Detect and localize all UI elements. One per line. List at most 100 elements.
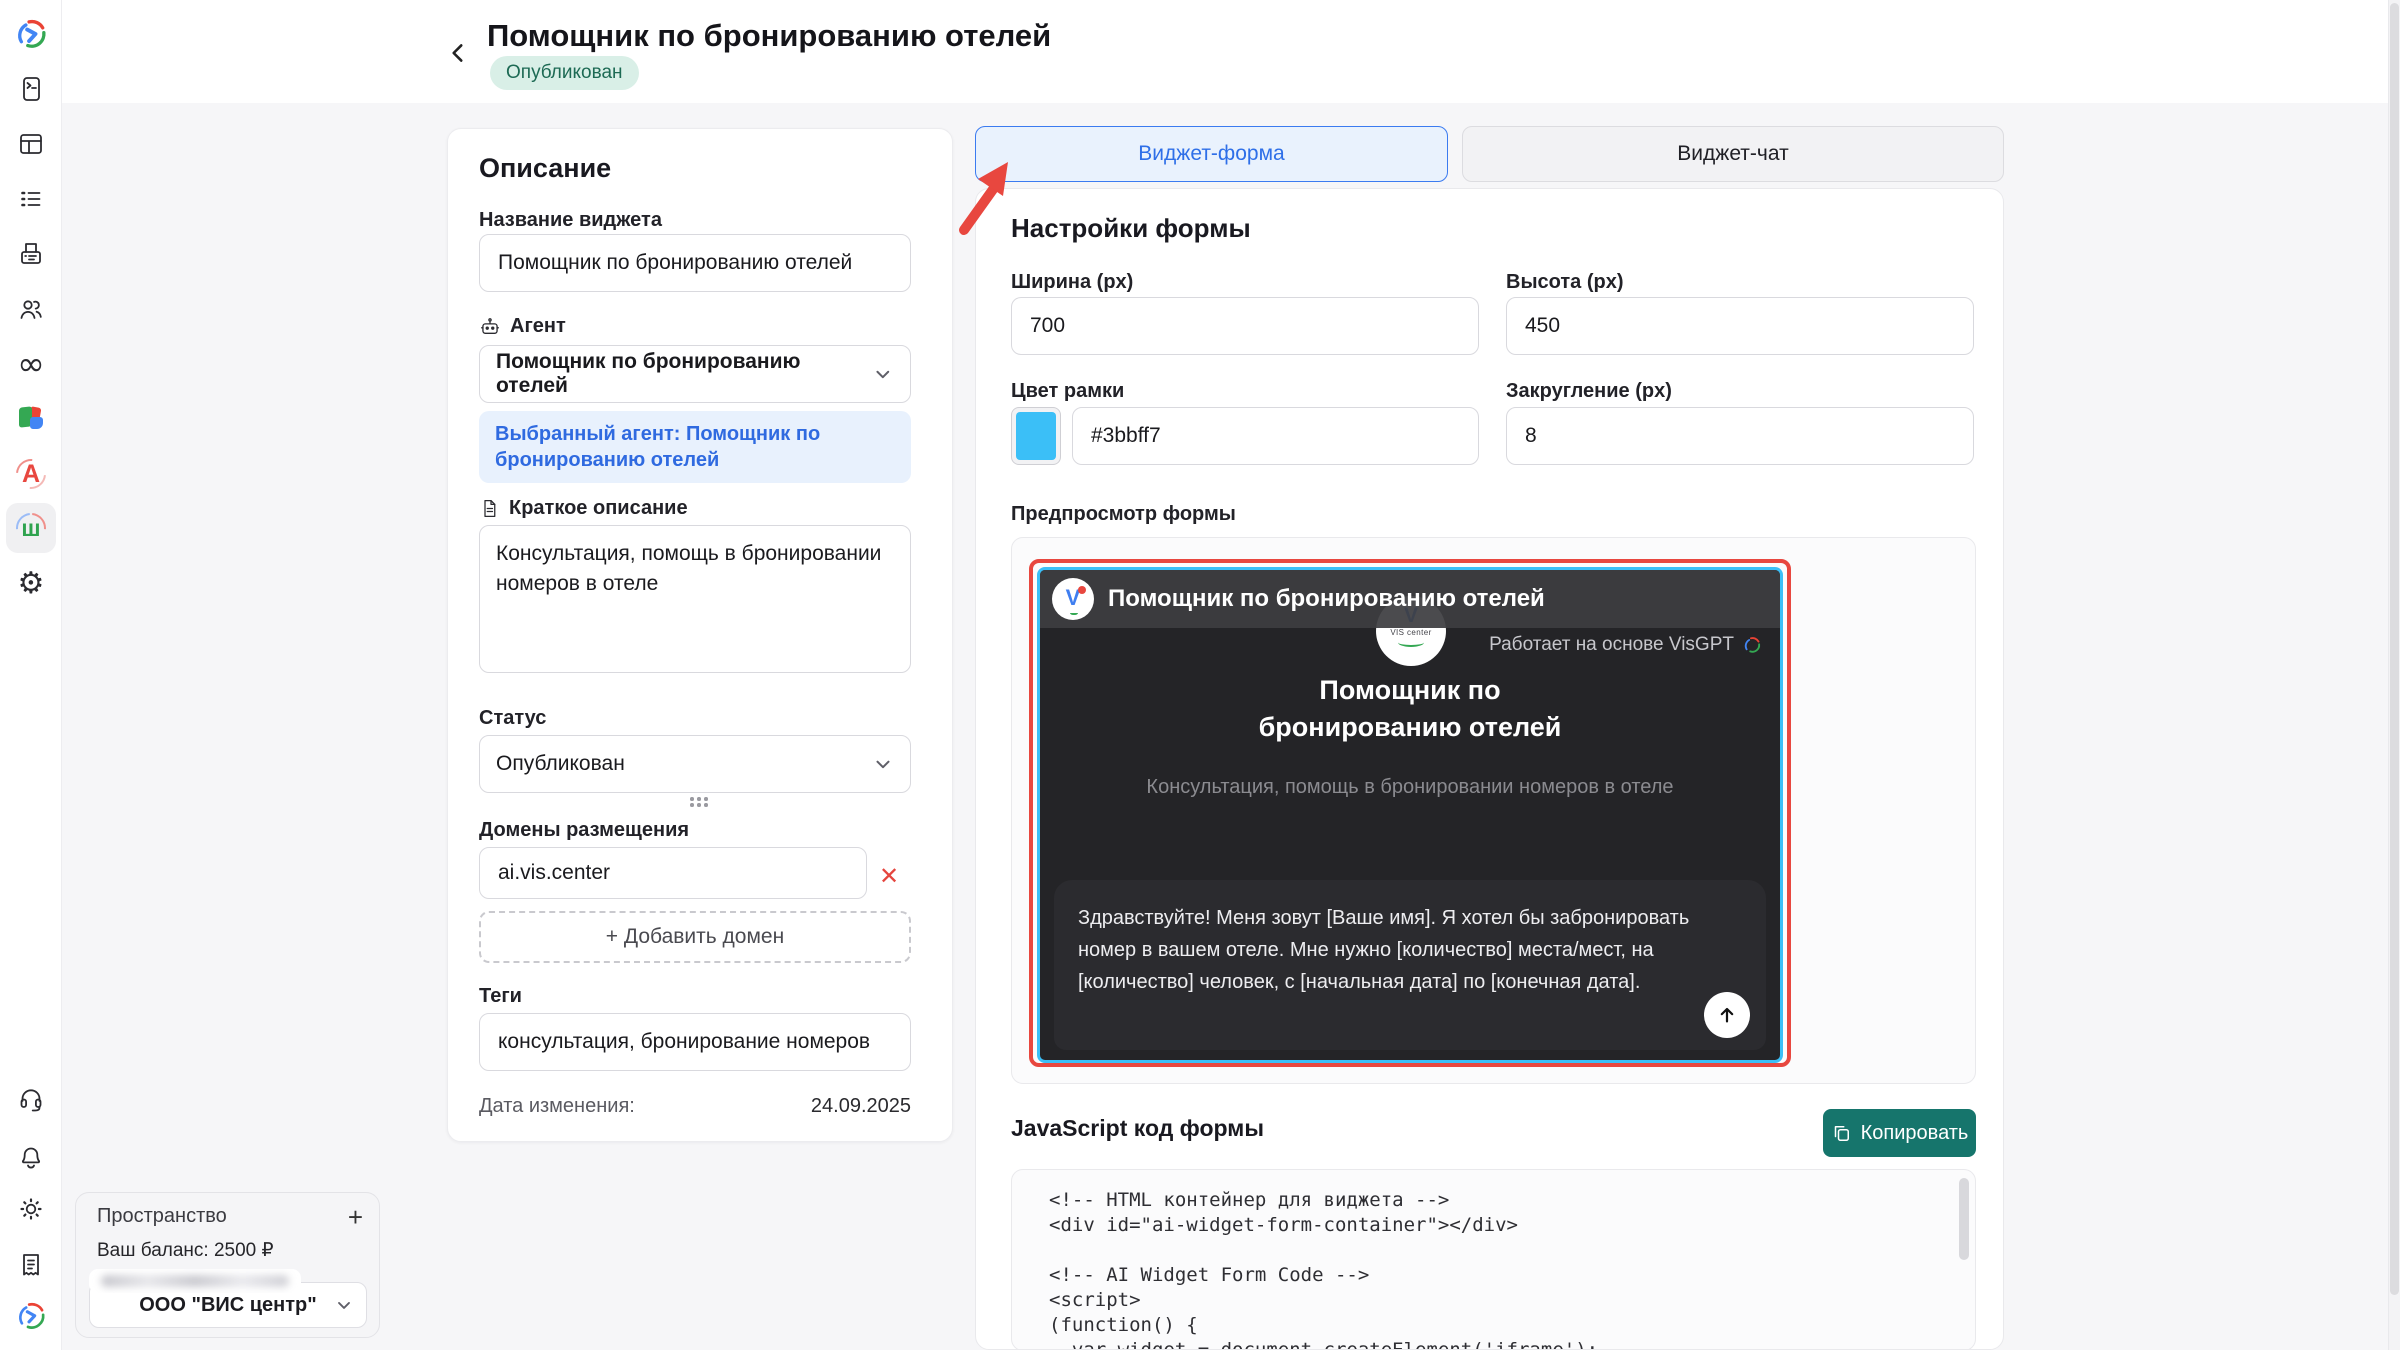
workspace-title: Пространство (97, 1205, 227, 1227)
preview-widget: V Помощник по бронированию отелей V VIS … (1037, 567, 1783, 1063)
radius-label: Закругление (px) (1506, 380, 1672, 402)
sun-icon[interactable] (11, 1189, 51, 1229)
letter-a-icon[interactable]: A (9, 452, 53, 496)
powered-by-text: Работает на основе VisGPT (1489, 634, 1734, 655)
widget-title-line1: Помощник по (1319, 675, 1501, 705)
copy-button-label: Копировать (1860, 1121, 1969, 1144)
users-icon[interactable] (11, 289, 51, 329)
visgpt-logo[interactable] (11, 1296, 51, 1336)
board-icon[interactable] (11, 124, 51, 164)
code-line: <script> (1049, 1289, 1141, 1311)
add-domain-button[interactable]: + Добавить домен (479, 911, 911, 963)
modified-date-row: Дата изменения: 24.09.2025 (479, 1095, 911, 1118)
form-settings-title: Настройки формы (1011, 213, 1251, 243)
code-line: <!-- AI Widget Form Code --> (1049, 1264, 1370, 1286)
copy-button[interactable]: Копировать (1823, 1109, 1976, 1157)
widget-message-area[interactable]: Здравствуйте! Меня зовут [Ваше имя]. Я х… (1054, 880, 1766, 1050)
widget-title-line2: бронированию отелей (1258, 712, 1562, 742)
code-line: var widget = document.createElement('ifr… (1049, 1339, 1599, 1350)
robot-icon (481, 317, 499, 334)
agent-label: Агент (479, 315, 911, 338)
powered-by: Работает на основе VisGPT (1489, 634, 1762, 656)
bell-icon[interactable] (11, 1138, 51, 1178)
red-arrow-annotation (959, 162, 1008, 235)
tab-widget-chat[interactable]: Виджет-чат (1462, 126, 2004, 182)
modified-date-label: Дата изменения: (479, 1095, 635, 1117)
modified-date-value: 24.09.2025 (810, 1095, 911, 1117)
domain-input[interactable] (479, 847, 867, 899)
short-description-label-text: Краткое описание (509, 497, 688, 519)
balance-text: Ваш баланс: 2500 ₽ (97, 1240, 274, 1261)
chevron-down-icon (876, 760, 890, 769)
gear-icon[interactable]: ⚙ (11, 564, 51, 604)
center-logo-arc (1398, 638, 1424, 647)
infinity-icon[interactable]: ∞ (11, 344, 51, 384)
copy-icon (1834, 1125, 1849, 1141)
visgpt-mini-icon (1744, 637, 1761, 653)
page-title: Помощник по бронированию отелей (487, 18, 1052, 53)
border-color-label: Цвет рамки (1011, 380, 1125, 402)
books-icon[interactable] (11, 399, 51, 439)
preview-label: Предпросмотр формы (1011, 503, 1236, 525)
page-scrollbar-track[interactable] (2388, 0, 2400, 1350)
chevron-down-icon (338, 1302, 350, 1309)
status-label: Статус (479, 707, 547, 729)
border-color-input[interactable] (1072, 407, 1479, 465)
preview-widget-header: V Помощник по бронированию отелей (1040, 570, 1780, 628)
terminal-icon[interactable] (11, 69, 51, 109)
widget-logo: V (1052, 578, 1094, 620)
chevron-down-icon (876, 370, 890, 379)
widget-description: Консультация, помощь в бронировании номе… (1146, 776, 1674, 798)
center-logo-text: VIS center (1390, 628, 1432, 637)
widget-name-input[interactable] (479, 234, 911, 292)
organization-name: ООО "ВИС центр" (139, 1293, 317, 1316)
status-select-value: Опубликован (496, 752, 625, 775)
letter-sh-icon[interactable]: ш (9, 506, 53, 550)
color-swatch[interactable] (1011, 407, 1061, 465)
sidebar: ∞ A ш ⚙ (0, 0, 62, 1350)
height-input[interactable] (1506, 297, 1974, 355)
resize-grip[interactable] (448, 797, 952, 808)
description-panel: Описание Название виджета Агент Помощник… (447, 128, 953, 1142)
status-badge: Опубликован (490, 56, 639, 90)
tags-input[interactable] (479, 1013, 911, 1071)
short-description-label: Краткое описание (479, 497, 911, 520)
width-label: Ширина (px) (1011, 271, 1134, 293)
js-code-label: JavaScript код формы (1011, 1115, 1264, 1141)
tab-widget-form[interactable]: Виджет-форма (975, 126, 1448, 182)
widget-title: Помощник по бронированию отелей (1040, 672, 1780, 746)
headset-icon[interactable] (11, 1079, 51, 1119)
width-input[interactable] (1011, 297, 1479, 355)
js-code-block[interactable]: <!-- HTML контейнер для виджета --> <div… (1011, 1169, 1976, 1350)
code-line: <!-- HTML контейнер для виджета --> (1049, 1189, 1450, 1211)
agent-select-value: Помощник по бронированию отелей (496, 350, 801, 397)
arrow-up-icon (1720, 1007, 1734, 1023)
widget-message-text: Здравствуйте! Меня зовут [Ваше имя]. Я х… (1078, 907, 1690, 993)
status-select[interactable]: Опубликован (479, 735, 911, 793)
agent-select[interactable]: Помощник по бронированию отелей (479, 345, 911, 403)
description-panel-title: Описание (479, 153, 612, 183)
widget-name-label: Название виджета (479, 209, 662, 231)
radius-input[interactable] (1506, 407, 1974, 465)
tags-label: Теги (479, 985, 522, 1007)
widget-form-panel: Настройки формы Ширина (px) Высота (px) … (975, 188, 2004, 1350)
code-line: <div id="ai-widget-form-container"></div… (1049, 1214, 1518, 1236)
top-header-band (0, 0, 2400, 103)
receipt-icon[interactable] (11, 1245, 51, 1285)
blurred-account-text (89, 1269, 301, 1293)
list-icon[interactable] (11, 179, 51, 219)
domains-label: Домены размещения (479, 819, 690, 841)
page-scrollbar-thumb[interactable] (2389, 3, 2399, 1295)
add-workspace-button[interactable]: + (348, 1204, 363, 1230)
short-description-textarea[interactable]: Консультация, помощь в бронировании номе… (479, 525, 911, 673)
widget-header-title: Помощник по бронированию отелей (1108, 585, 1545, 612)
fax-icon[interactable] (11, 234, 51, 274)
code-scrollbar-thumb[interactable] (1959, 1178, 1969, 1260)
back-button[interactable] (441, 36, 475, 70)
selected-agent-info: Выбранный агент: Помощник по бронировани… (479, 411, 911, 483)
remove-domain-icon[interactable]: ✕ (872, 859, 906, 893)
workspace-card: Пространство + Ваш баланс: 2500 ₽ ООО "В… (75, 1192, 380, 1338)
app-logo[interactable] (11, 14, 51, 54)
send-button[interactable] (1704, 992, 1750, 1038)
